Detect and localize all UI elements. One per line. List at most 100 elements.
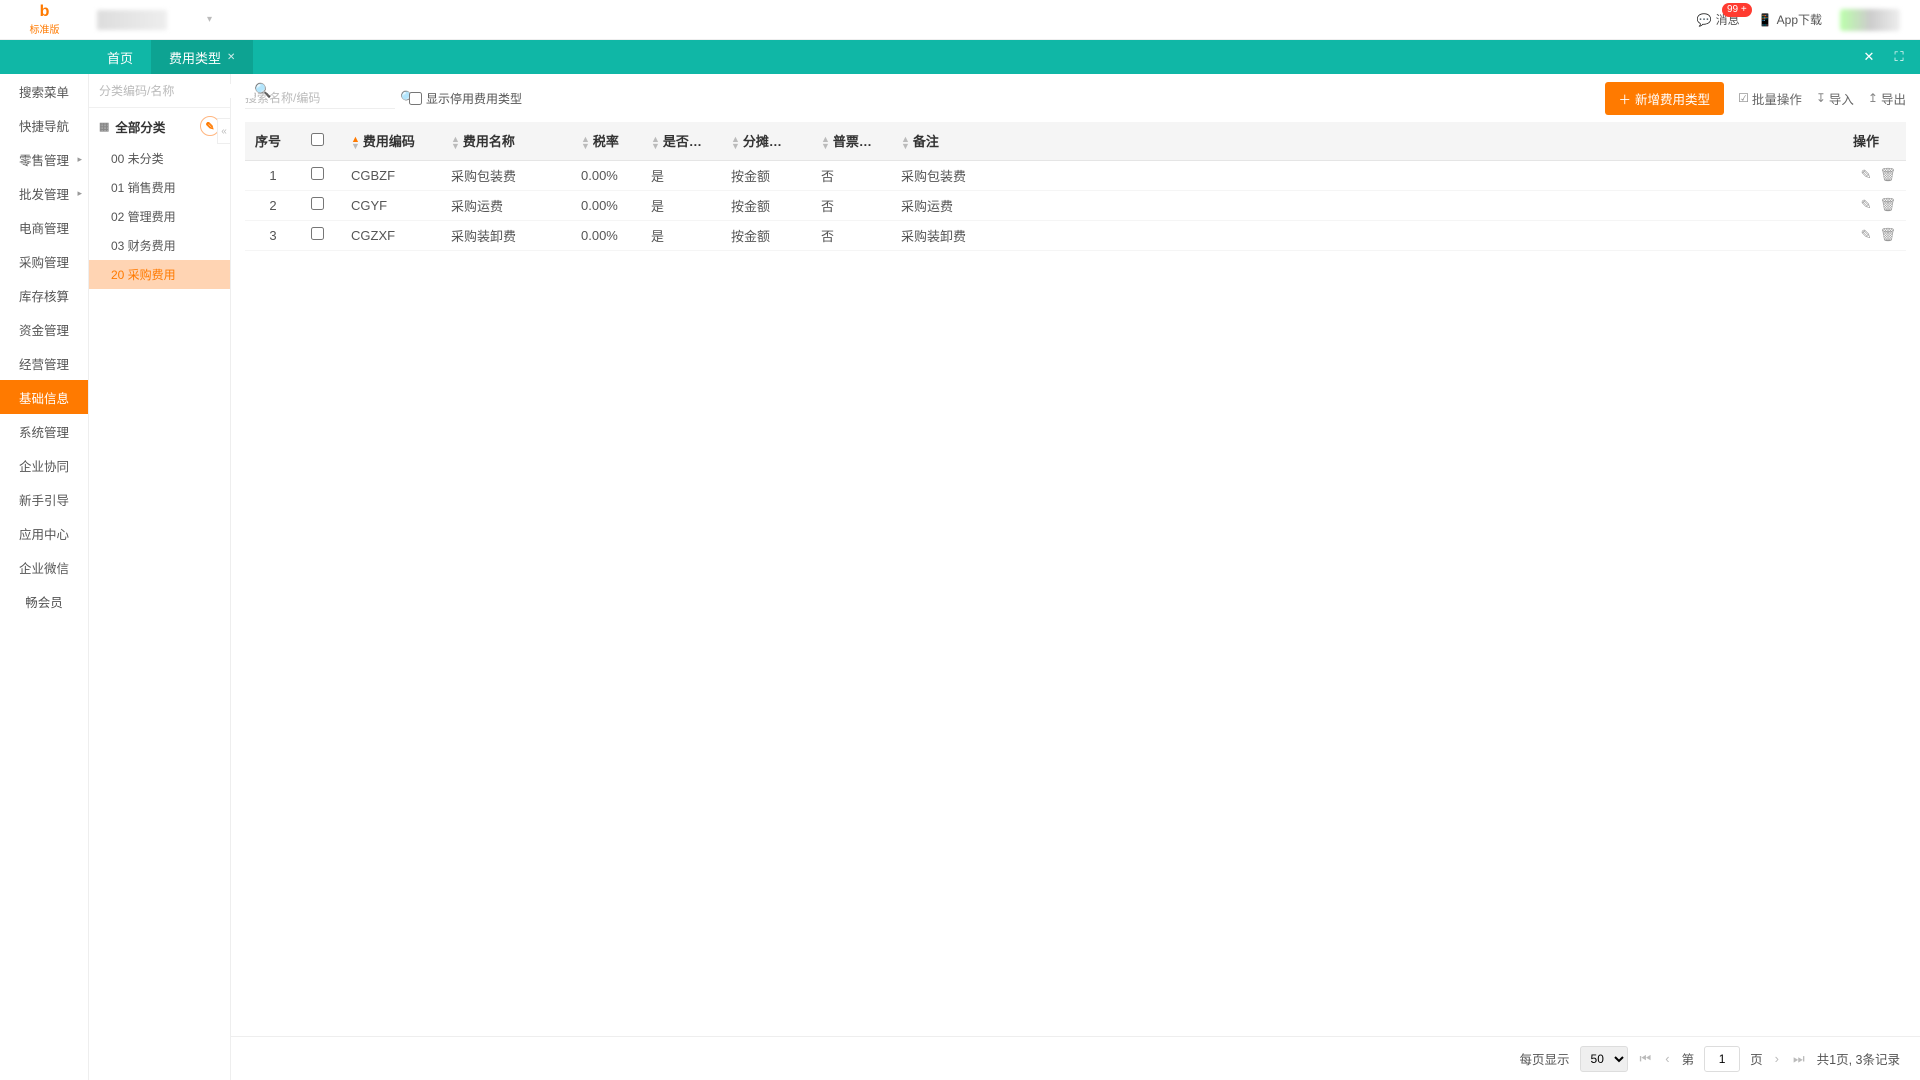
leftnav-item-label: 电商管理 <box>19 218 69 237</box>
category-item[interactable]: 01 销售费用 <box>89 173 230 202</box>
leftnav-item-label: 库存核算 <box>19 286 69 305</box>
tab-expense-type[interactable]: 费用类型 ✕ <box>151 40 253 74</box>
table-header-row: 序号 ▲▼费用编码 ▲▼费用名称 ▲▼税率 ▲▼是否… ▲▼分摊… ▲▼普票… … <box>245 122 1906 160</box>
leftnav: 搜索菜单快捷导航零售管理▸ 批发管理 ▸ 电商管理采购管理库存核算资金管理经营管理基础… <box>0 74 89 1080</box>
fullscreen-button[interactable]: ⛶ <box>1886 44 1912 70</box>
leftnav-item-label: 系统管理 <box>19 422 69 441</box>
edit-icon: ☑ <box>1738 91 1749 105</box>
leftnav-item[interactable]: 采购管理 <box>0 244 88 278</box>
row-checkbox[interactable] <box>311 197 324 210</box>
chevron-down-icon: ▾ <box>207 14 212 25</box>
new-expense-type-button[interactable]: ＋ 新增费用类型 <box>1605 82 1725 115</box>
close-panel-button[interactable]: ✕ <box>1856 44 1882 70</box>
leftnav-item[interactable]: 电商管理 <box>0 210 88 244</box>
messages-button[interactable]: 💬 消息 99 + <box>1697 11 1740 28</box>
cell-select <box>301 190 341 220</box>
leftnav-item-label: 畅会员 <box>25 592 63 611</box>
collapse-sidebar-button[interactable]: « <box>217 118 231 144</box>
leftnav-item-label: 资金管理 <box>19 320 69 339</box>
row-checkbox[interactable] <box>311 167 324 180</box>
close-icon[interactable]: ✕ <box>227 52 235 63</box>
col-seq[interactable]: 序号 <box>245 122 301 160</box>
leftnav-item[interactable]: 搜索菜单 <box>0 74 88 108</box>
leftnav-item[interactable]: 资金管理 <box>0 312 88 346</box>
show-disabled-input[interactable] <box>409 92 422 105</box>
table-row: 2CGYF采购运费0.00%是按金额否采购运费✎🗑 <box>245 190 1906 220</box>
tab-home[interactable]: 首页 <box>89 40 151 74</box>
tabstrip: 首页 费用类型 ✕ ✕ ⛶ <box>0 40 1920 74</box>
org-selector[interactable]: ▾ <box>97 10 212 30</box>
leftnav-item[interactable]: 批发管理 ▸ <box>0 176 88 210</box>
cell-name: 采购包装费 <box>441 160 571 190</box>
delete-row-button[interactable]: 🗑 <box>1879 197 1896 212</box>
download-label: App下载 <box>1777 11 1822 28</box>
leftnav-item[interactable]: 新手引导 <box>0 482 88 516</box>
avatar[interactable] <box>1840 9 1900 31</box>
category-item[interactable]: 20 采购费用 <box>89 260 230 289</box>
leftnav-item-label: 批发管理 <box>19 184 69 203</box>
search-icon[interactable]: 🔍 <box>254 82 271 99</box>
category-item[interactable]: 03 财务费用 <box>89 231 230 260</box>
import-button[interactable]: ↧ 导入 <box>1816 89 1854 108</box>
row-checkbox[interactable] <box>311 227 324 240</box>
col-ticket[interactable]: ▲▼普票… <box>811 122 891 160</box>
edit-row-button[interactable]: ✎ <box>1861 197 1872 212</box>
delete-row-button[interactable]: 🗑 <box>1879 167 1896 182</box>
leftnav-item[interactable]: 企业微信 <box>0 550 88 584</box>
page-suffix: 页 <box>1750 1049 1763 1068</box>
col-bool[interactable]: ▲▼是否… <box>641 122 721 160</box>
batch-ops-button[interactable]: ☑ 批量操作 <box>1738 89 1802 108</box>
org-name-blur <box>97 10 167 30</box>
category-sidebar: 🔍 ▦ 全部分类 ✎ 00 未分类01 销售费用02 管理费用03 财务费用20… <box>89 74 231 1080</box>
leftnav-item[interactable]: 经营管理 <box>0 346 88 380</box>
table-row: 3CGZXF采购装卸费0.00%是按金额否采购装卸费✎🗑 <box>245 220 1906 250</box>
export-icon: ↥ <box>1868 91 1878 105</box>
page-input[interactable] <box>1704 1046 1740 1072</box>
col-select <box>301 122 341 160</box>
fullscreen-icon: ⛶ <box>1894 49 1903 65</box>
logo-icon: b <box>40 3 50 21</box>
leftnav-item[interactable]: 零售管理▸ <box>0 142 88 176</box>
category-item[interactable]: 02 管理费用 <box>89 202 230 231</box>
cell-code: CGYF <box>341 190 441 220</box>
leftnav-item[interactable]: 基础信息 <box>0 380 88 414</box>
leftnav-item[interactable]: 应用中心 <box>0 516 88 550</box>
last-page-button[interactable]: ⏭ <box>1791 1051 1807 1067</box>
col-alloc[interactable]: ▲▼分摊… <box>721 122 811 160</box>
col-name[interactable]: ▲▼费用名称 <box>441 122 571 160</box>
cell-ops: ✎🗑 <box>1826 160 1906 190</box>
per-page-select[interactable]: 50 <box>1580 1046 1628 1072</box>
next-page-button[interactable]: › <box>1773 1051 1781 1066</box>
export-button[interactable]: ↥ 导出 <box>1868 89 1906 108</box>
show-disabled-checkbox[interactable]: 显示停用费用类型 <box>409 90 522 107</box>
category-item[interactable]: 00 未分类 <box>89 144 230 173</box>
phone-icon: 📱 <box>1758 13 1773 27</box>
category-search-input[interactable] <box>99 84 254 98</box>
table-wrap: 序号 ▲▼费用编码 ▲▼费用名称 ▲▼税率 ▲▼是否… ▲▼分摊… ▲▼普票… … <box>231 122 1920 1036</box>
page-prefix: 第 <box>1682 1049 1695 1068</box>
edit-row-button[interactable]: ✎ <box>1861 227 1872 242</box>
leftnav-item[interactable]: 企业协同 <box>0 448 88 482</box>
pencil-icon: ✎ <box>205 120 214 133</box>
category-all[interactable]: ▦ 全部分类 ✎ <box>89 108 230 144</box>
leftnav-item-label: 企业微信 <box>19 558 69 577</box>
cell-code: CGZXF <box>341 220 441 250</box>
leftnav-item[interactable]: 库存核算 <box>0 278 88 312</box>
leftnav-item[interactable]: 系统管理 <box>0 414 88 448</box>
select-all-checkbox[interactable] <box>311 133 324 146</box>
cell-ticket: 否 <box>811 220 891 250</box>
app-download-button[interactable]: 📱 App下载 <box>1758 11 1822 28</box>
caret-icon: ▸ <box>77 188 82 199</box>
leftnav-item-label: 快捷导航 <box>19 116 69 135</box>
export-label: 导出 <box>1881 89 1906 108</box>
leftnav-item[interactable]: 畅会员 <box>0 584 88 618</box>
col-remark[interactable]: ▲▼备注 <box>891 122 1826 160</box>
leftnav-item[interactable]: 快捷导航 <box>0 108 88 142</box>
delete-row-button[interactable]: 🗑 <box>1879 227 1896 242</box>
close-icon: ✕ <box>1864 49 1875 65</box>
prev-page-button[interactable]: ‹ <box>1663 1051 1671 1066</box>
edit-row-button[interactable]: ✎ <box>1861 167 1872 182</box>
first-page-button[interactable]: ⏮ <box>1638 1051 1654 1067</box>
col-rate[interactable]: ▲▼税率 <box>571 122 641 160</box>
col-code[interactable]: ▲▼费用编码 <box>341 122 441 160</box>
